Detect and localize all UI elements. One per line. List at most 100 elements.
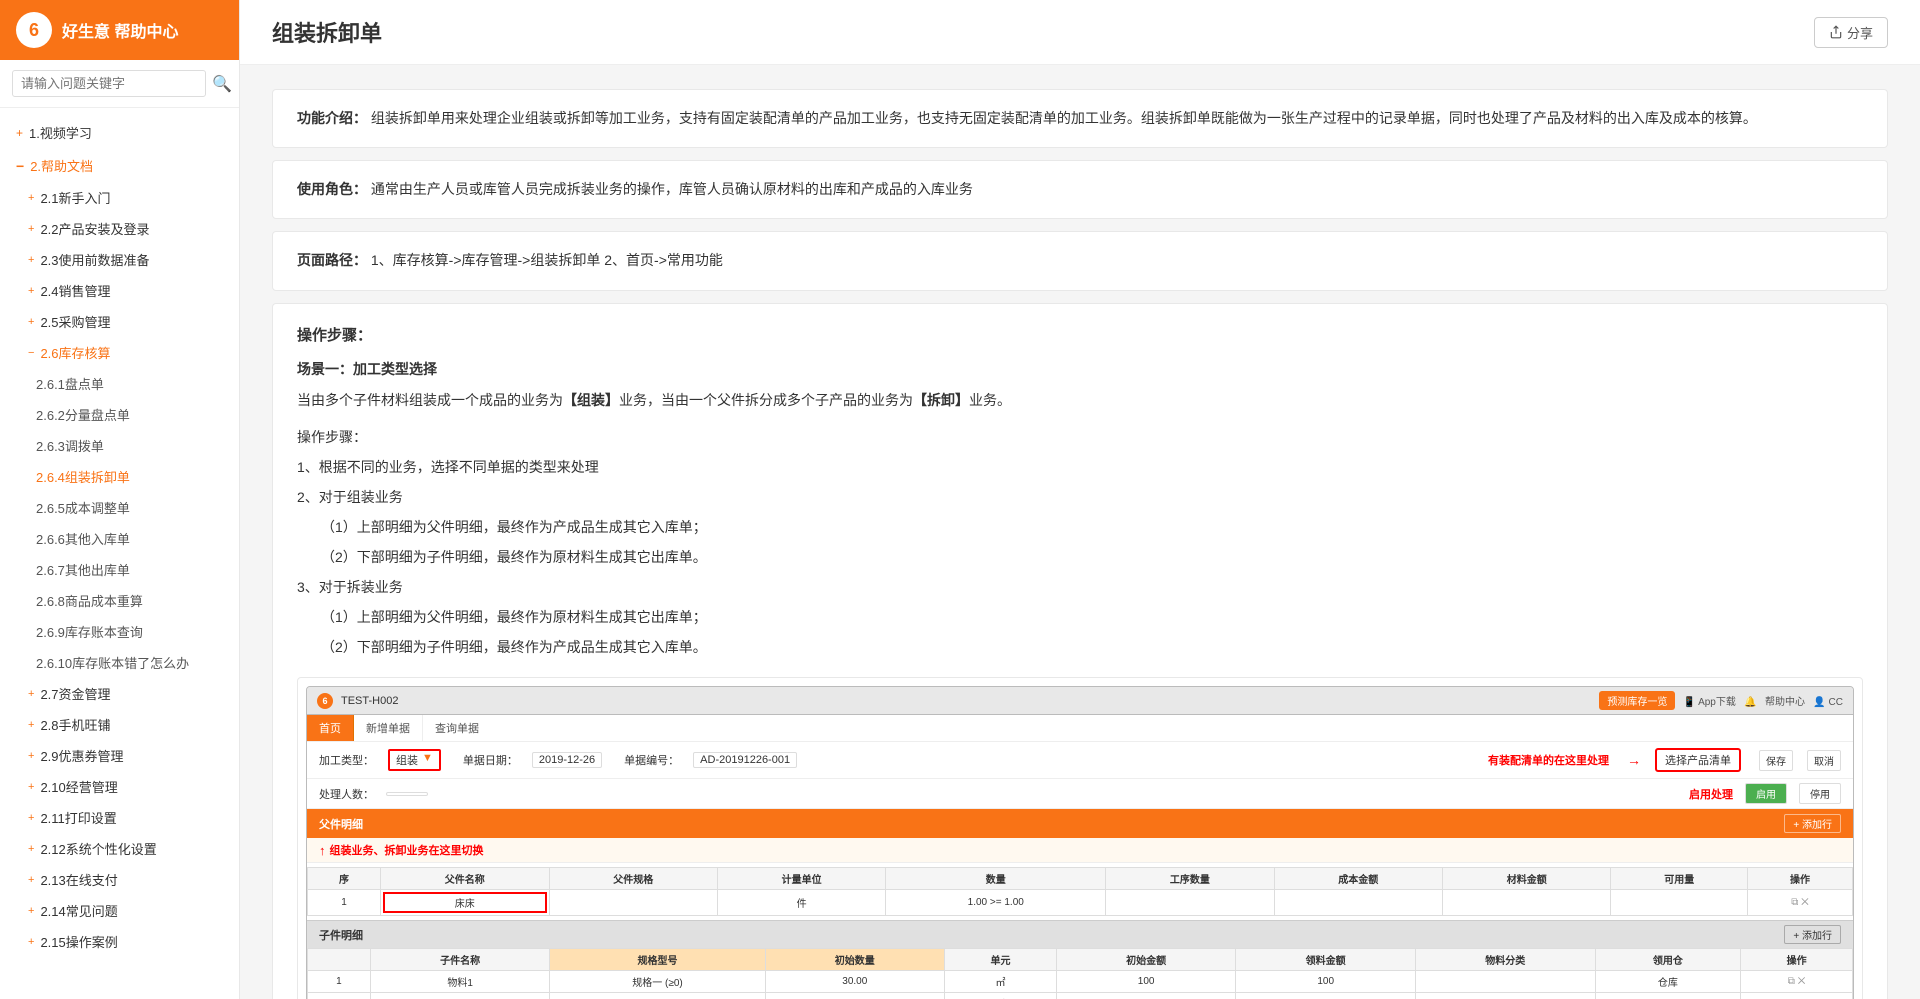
- mock-row-delete[interactable]: ✕: [1801, 897, 1809, 908]
- mock-handler-count[interactable]: [386, 792, 428, 796]
- sidebar-item-label: 2.13在线支付: [40, 870, 117, 889]
- sidebar-item-faq[interactable]: + 2.14常见问题: [0, 895, 239, 926]
- sidebar-item-print[interactable]: + 2.11打印设置: [0, 802, 239, 833]
- plus-icon: +: [28, 316, 34, 328]
- mock-parent-table-wrapper: 序 父件名称 父件规格 计量单位 数量 工序数量 成本金额 材料金额 可用量: [307, 863, 1853, 920]
- sidebar-leaf-cost-adjust[interactable]: 2.6.5成本调整单: [0, 492, 239, 523]
- sidebar-item-help-docs[interactable]: − 2.帮助文档: [0, 149, 239, 182]
- step2-2: （2）下部明细为子件明细，最终作为原材料生成其它出库单。: [297, 543, 1863, 571]
- sidebar-item-finance[interactable]: + 2.7资金管理: [0, 678, 239, 709]
- annotation-2-row: ↑ 组装业务、拆卸业务在这里切换: [307, 838, 1853, 863]
- mock-type-selector[interactable]: 组装 ▼: [388, 749, 441, 771]
- sidebar-leaf-cost-recalc[interactable]: 2.6.8商品成本重算: [0, 585, 239, 616]
- search-button[interactable]: 🔍: [212, 74, 232, 94]
- sidebar-search-bar: 🔍: [0, 60, 239, 108]
- sidebar-leaf-outbound[interactable]: 2.6.7其他出库单: [0, 554, 239, 585]
- steps-title-sub: 操作步骤：: [297, 423, 1863, 451]
- sidebar-item-label: 2.6库存核算: [40, 343, 110, 362]
- mock-sub-add-row[interactable]: + 添加行: [1784, 925, 1841, 944]
- leaf-label: 2.6.9库存账本查询: [36, 625, 143, 640]
- sidebar-leaf-assembly[interactable]: 2.6.4组装拆卸单: [0, 461, 239, 492]
- sidebar-item-label: 2.3使用前数据准备: [40, 250, 149, 269]
- sidebar-item-label: 2.10经营管理: [40, 777, 117, 796]
- sidebar-item-data-prep[interactable]: + 2.3使用前数据准备: [0, 244, 239, 275]
- sidebar-item-mobile[interactable]: + 2.8手机旺铺: [0, 709, 239, 740]
- leaf-label: 2.6.2分量盘点单: [36, 408, 130, 423]
- mock-add-row[interactable]: + 添加行: [1784, 814, 1841, 833]
- mock-cancel-btn[interactable]: 取消: [1807, 750, 1841, 771]
- sidebar-leaf-ledger-error[interactable]: 2.6.10库存账本错了怎么办: [0, 647, 239, 678]
- step3-2: （2）下部明细为子件明细，最终作为产成品生成其它入库单。: [297, 633, 1863, 661]
- scenario1-title: 场景一：加工类型选择: [297, 359, 1863, 379]
- sidebar-leaf-inbound[interactable]: 2.6.6其他入库单: [0, 523, 239, 554]
- search-input[interactable]: [12, 70, 206, 97]
- leaf-label: 2.6.1盘点单: [36, 377, 104, 392]
- sidebar-leaf-transfer[interactable]: 2.6.3调拨单: [0, 430, 239, 461]
- path-block: 页面路径： 1、库存核算->库存管理->组装拆卸单 2、首页->常用功能: [272, 231, 1888, 290]
- mock-form-row: 加工类型： 组装 ▼ 单据日期： 2019-12-26 单据编号： AD-201…: [307, 742, 1853, 779]
- sidebar-item-purchase[interactable]: + 2.5采购管理: [0, 306, 239, 337]
- sidebar-item-label: 2.8手机旺铺: [40, 715, 110, 734]
- leaf-label: 2.6.7其他出库单: [36, 563, 130, 578]
- plus-icon: +: [28, 192, 34, 204]
- sidebar-item-coupon[interactable]: + 2.9优惠券管理: [0, 740, 239, 771]
- mock-subheader: 处理人数： 启用处理 启用 停用: [307, 779, 1853, 809]
- mock-topbar: 6 TEST-H002 预测库存一览 📱 App下载 🔔 帮助中心 👤 CC: [307, 687, 1853, 715]
- mock-enable-btn[interactable]: 启用: [1745, 783, 1787, 804]
- mock-bom-btn[interactable]: 选择产品清单: [1655, 748, 1741, 772]
- mock-nav-new[interactable]: 新增单据: [354, 715, 423, 741]
- mock-row-copy[interactable]: ⧉: [1791, 897, 1798, 908]
- main-content: 组装拆卸单 分享 功能介绍： 组装拆卸单用来处理企业组装或拆卸等加工业务，支持有…: [240, 0, 1920, 999]
- step3-1: （1）上部明细为父件明细，最终作为原材料生成其它出库单；: [297, 603, 1863, 631]
- mock-nav-home[interactable]: 首页: [307, 715, 354, 741]
- help-docs-subitems: + 2.1新手入门 + 2.2产品安装及登录 + 2.3使用前数据准备 + 2.…: [0, 182, 239, 957]
- mock-save-btn[interactable]: 保存: [1759, 750, 1793, 771]
- plus-icon: +: [28, 719, 34, 731]
- role-block: 使用角色： 通常由生产人员或库管人员完成拆装业务的操作，库管人员确认原材料的出库…: [272, 160, 1888, 219]
- sidebar-item-label: 2.1新手入门: [40, 188, 110, 207]
- sidebar-leaf-partial-stocktake[interactable]: 2.6.2分量盘点单: [0, 399, 239, 430]
- mock-row-delete[interactable]: ✕: [1798, 976, 1806, 987]
- table-row: 1 物料1 规格一 (≥0) 30.00 ㎡ 100 100 仓库: [308, 971, 1853, 993]
- sidebar-item-payment[interactable]: + 2.13在线支付: [0, 864, 239, 895]
- plus-icon: +: [28, 905, 34, 917]
- sidebar-item-label: 2.14常见问题: [40, 901, 117, 920]
- leaf-label: 2.6.3调拨单: [36, 439, 104, 454]
- sidebar-header: 6 好生意 帮助中心: [0, 0, 239, 60]
- sidebar-leaf-ledger-query[interactable]: 2.6.9库存账本查询: [0, 616, 239, 647]
- path-text: 1、库存核算->库存管理->组装拆卸单 2、首页->常用功能: [371, 252, 723, 268]
- plus-icon: +: [28, 285, 34, 297]
- sidebar-item-newcomer[interactable]: + 2.1新手入门: [0, 182, 239, 213]
- sidebar-item-personalize[interactable]: + 2.12系统个性化设置: [0, 833, 239, 864]
- step2-1: （1）上部明细为父件明细，最终作为产成品生成其它入库单；: [297, 513, 1863, 541]
- steps-list: 操作步骤： 1、根据不同的业务，选择不同单据的类型来处理 2、对于组装业务 （1…: [297, 423, 1863, 661]
- sidebar-item-install[interactable]: + 2.2产品安装及登录: [0, 213, 239, 244]
- sidebar-item-inventory[interactable]: − 2.6库存核算: [0, 337, 239, 368]
- mock-child-table-wrapper: 子件名称 规格型号 初始数量 单元 初始金额 领料金额 物料分类 领用仓 操作: [307, 948, 1853, 999]
- mock-nav-query[interactable]: 查询单据: [423, 715, 491, 741]
- minus-icon: −: [16, 158, 24, 174]
- leaf-label: 2.6.6其他入库单: [36, 532, 130, 547]
- plus-icon: +: [28, 688, 34, 700]
- sidebar-item-management[interactable]: + 2.10经营管理: [0, 771, 239, 802]
- sidebar-item-cases[interactable]: + 2.15操作案例: [0, 926, 239, 957]
- steps-section: 操作步骤： 场景一：加工类型选择 当由多个子件材料组装成一个成品的业务为【组装】…: [272, 303, 1888, 999]
- sidebar-item-label: 2.12系统个性化设置: [40, 839, 156, 858]
- scenario1-desc-text: 当由多个子件材料组装成一个成品的业务为【组装】业务，当由一个父件拆分成多个子产品…: [297, 392, 1011, 408]
- mock-section-bar: 父件明细 + 添加行: [307, 809, 1853, 838]
- plus-icon: +: [28, 750, 34, 762]
- mock-stock-btn[interactable]: 预测库存一览: [1599, 691, 1675, 710]
- plus-icon: +: [28, 936, 34, 948]
- sidebar-item-video-learning[interactable]: + 1.视频学习: [0, 116, 239, 149]
- mock-parent-name-input[interactable]: 床床: [383, 892, 546, 913]
- mock-row-copy[interactable]: ⧉: [1788, 976, 1795, 987]
- sidebar-leaf-stocktake[interactable]: 2.6.1盘点单: [0, 368, 239, 399]
- sidebar-item-label: 2.7资金管理: [40, 684, 110, 703]
- screenshot-mock: 6 TEST-H002 预测库存一览 📱 App下载 🔔 帮助中心 👤 CC 首…: [306, 686, 1854, 999]
- mock-disable-btn[interactable]: 停用: [1799, 783, 1841, 804]
- feature-intro-text: 组装拆卸单用来处理企业组装或拆卸等加工业务，支持有固定装配清单的产品加工业务，也…: [371, 110, 1757, 126]
- sub-section-label: 子件明细: [319, 927, 363, 943]
- nav-section-2: − 2.帮助文档 + 2.1新手入门 + 2.2产品安装及登录 + 2.3使用前…: [0, 149, 239, 957]
- sidebar-item-sales[interactable]: + 2.4销售管理: [0, 275, 239, 306]
- share-button[interactable]: 分享: [1814, 17, 1888, 48]
